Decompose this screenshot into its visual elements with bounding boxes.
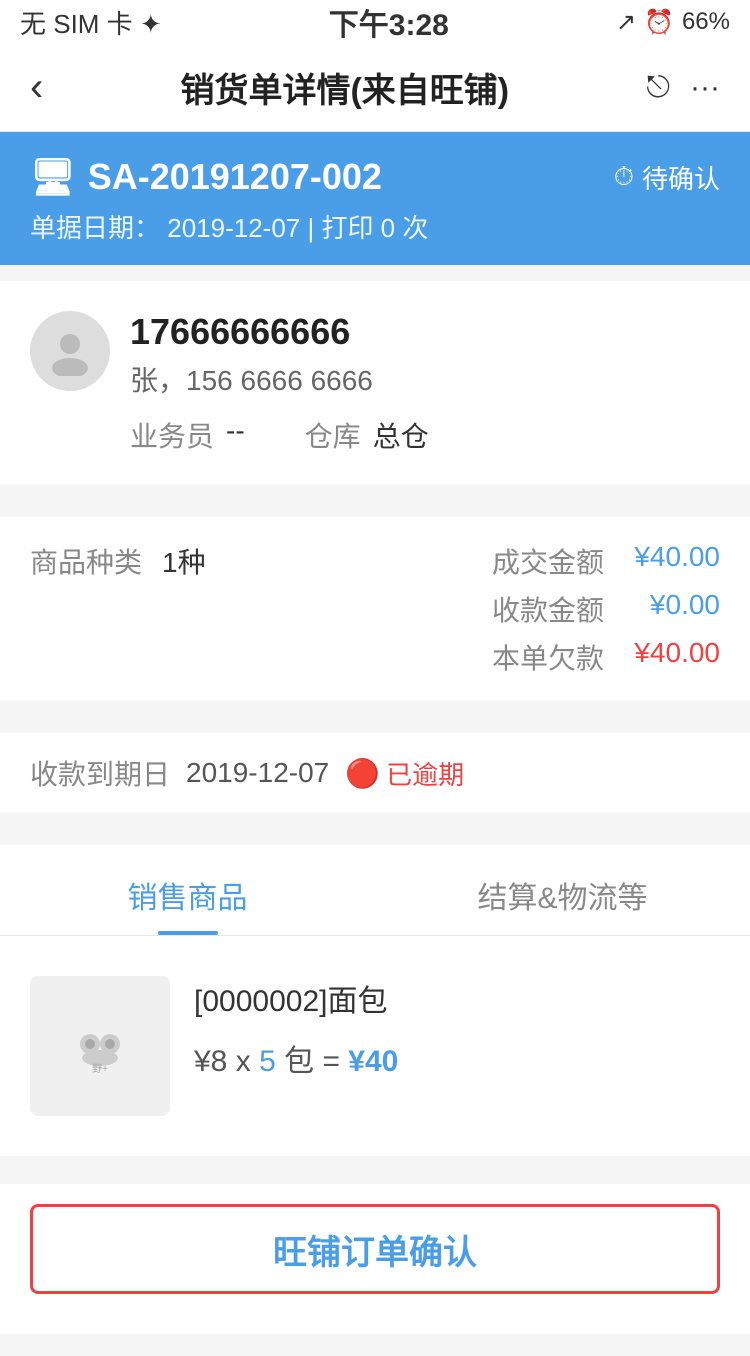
tab-sales-label: 销售商品: [128, 882, 248, 915]
bottom-bar: 旺铺订单确认: [0, 1184, 750, 1334]
order-header: 🖥 SA-20191207-002 ⏱ 待确认 单据日期： 2019-12-07…: [0, 132, 750, 265]
location-icon: ↗: [616, 8, 636, 37]
order-id-row: 🖥 SA-20191207-002 ⏱ 待确认: [30, 156, 720, 198]
debt-amount-label: 本单欠款: [492, 637, 604, 677]
nav-left: ‹: [30, 65, 43, 110]
tab-section: 销售商品 结算&物流等 野+ [0000002]面包: [0, 845, 750, 1156]
price-equals: =: [322, 1045, 348, 1078]
overdue-text: 已逾期: [386, 755, 464, 792]
customer-name: 张，156 6666 6666: [130, 359, 720, 399]
warehouse-label: 仓库: [305, 415, 361, 455]
tab-settlement-label: 结算&物流等: [477, 882, 647, 915]
product-price: ¥8: [194, 1045, 227, 1078]
more-button[interactable]: ···: [690, 71, 720, 105]
confirm-order-button[interactable]: 旺铺订单确认: [30, 1204, 720, 1294]
summary-section: 商品种类 1种 成交金额 ¥40.00 收款金额 ¥0.00 本单欠款 ¥40.…: [0, 517, 750, 701]
status-text: 待确认: [642, 159, 720, 196]
status-time: 下午3:28: [329, 0, 449, 44]
status-bar: 无 SIM 卡 ✦ 下午3:28 ↗ ⏰ 66%: [0, 0, 750, 44]
customer-section: 17666666666 张，156 6666 6666 业务员 -- 仓库 总仓: [0, 281, 750, 485]
status-clock-icon: ⏱: [614, 161, 634, 193]
salesman-item: 业务员 --: [130, 415, 245, 455]
pay-amount-value: ¥0.00: [620, 589, 720, 629]
print-info: | 打印 0 次: [307, 213, 428, 243]
order-id: 🖥 SA-20191207-002: [30, 156, 382, 198]
product-info: [0000002]面包 ¥8 x 5 包 = ¥40: [194, 976, 720, 1116]
battery: 66%: [682, 8, 730, 36]
price-multiply: x: [236, 1045, 259, 1078]
pay-amount-row: 收款金额 ¥0.00: [492, 589, 720, 629]
debt-amount-row: 本单欠款 ¥40.00: [492, 637, 720, 677]
tab-bar: 销售商品 结算&物流等: [0, 845, 750, 936]
due-section: 收款到期日 2019-12-07 🔴 已逾期: [0, 733, 750, 813]
order-status: ⏱ 待确认: [614, 159, 720, 196]
nav-right: ⎋ ···: [646, 71, 720, 105]
tab-sales-products[interactable]: 销售商品: [0, 845, 375, 935]
product-item: 野+ [0000002]面包 ¥8 x 5 包 = ¥40: [30, 956, 720, 1136]
alarm-icon: ⏰: [644, 8, 674, 37]
share-button[interactable]: ⎋: [646, 71, 670, 105]
avatar: [30, 311, 110, 391]
deal-amount-value: ¥40.00: [620, 541, 720, 581]
product-list: 野+ [0000002]面包 ¥8 x 5 包 = ¥40: [0, 936, 750, 1156]
product-price-row: ¥8 x 5 包 = ¥40: [194, 1036, 720, 1080]
status-left: 无 SIM 卡 ✦: [20, 4, 162, 41]
summary-row: 商品种类 1种 成交金额 ¥40.00 收款金额 ¥0.00 本单欠款 ¥40.…: [30, 541, 720, 677]
deal-amount-label: 成交金额: [492, 541, 604, 581]
product-thumbnail: 野+: [30, 976, 170, 1116]
order-id-text: SA-20191207-002: [88, 156, 382, 198]
summary-left: 商品种类 1种: [30, 541, 206, 581]
order-date: 单据日期： 2019-12-07 | 打印 0 次: [30, 208, 720, 245]
deal-amount-row: 成交金额 ¥40.00: [492, 541, 720, 581]
product-kind-value: 1种: [162, 541, 206, 581]
salesman-value: --: [226, 415, 245, 455]
customer-phone: 17666666666: [130, 311, 720, 353]
product-unit: 包: [284, 1045, 314, 1078]
warehouse-item: 仓库 总仓: [305, 415, 429, 455]
product-total: ¥40: [348, 1045, 398, 1078]
overdue-icon: 🔴: [345, 757, 380, 790]
divider-2: [0, 701, 750, 717]
order-icon: 🖥: [30, 156, 76, 198]
product-name: [0000002]面包: [194, 976, 720, 1020]
divider-3: [0, 813, 750, 829]
sim-status: 无 SIM 卡 ✦: [20, 4, 162, 41]
customer-meta: 业务员 -- 仓库 总仓: [130, 415, 720, 455]
back-button[interactable]: ‹: [30, 65, 43, 110]
salesman-label: 业务员: [130, 415, 214, 455]
customer-row: 17666666666 张，156 6666 6666 业务员 -- 仓库 总仓: [30, 311, 720, 455]
due-date-value: 2019-12-07: [186, 757, 329, 789]
product-kind-label: 商品种类: [30, 541, 142, 581]
due-date-label: 收款到期日: [30, 753, 170, 793]
product-qty: 5: [259, 1045, 276, 1078]
nav-bar: ‹ 销货单详情(来自旺铺) ⎋ ···: [0, 44, 750, 132]
page-title: 销货单详情(来自旺铺): [180, 63, 509, 112]
overdue-badge: 🔴 已逾期: [345, 755, 464, 792]
date-label: 单据日期：: [30, 213, 160, 243]
date-value: 2019-12-07: [167, 213, 300, 243]
debt-amount-value: ¥40.00: [620, 637, 720, 677]
svg-text:野+: 野+: [92, 1063, 108, 1075]
customer-info: 17666666666 张，156 6666 6666 业务员 -- 仓库 总仓: [130, 311, 720, 455]
summary-right: 成交金额 ¥40.00 收款金额 ¥0.00 本单欠款 ¥40.00: [492, 541, 720, 677]
divider-1: [0, 485, 750, 501]
status-right: ↗ ⏰ 66%: [616, 8, 730, 37]
tab-settlement[interactable]: 结算&物流等: [375, 845, 750, 935]
warehouse-value: 总仓: [373, 415, 429, 455]
pay-amount-label: 收款金额: [492, 589, 604, 629]
